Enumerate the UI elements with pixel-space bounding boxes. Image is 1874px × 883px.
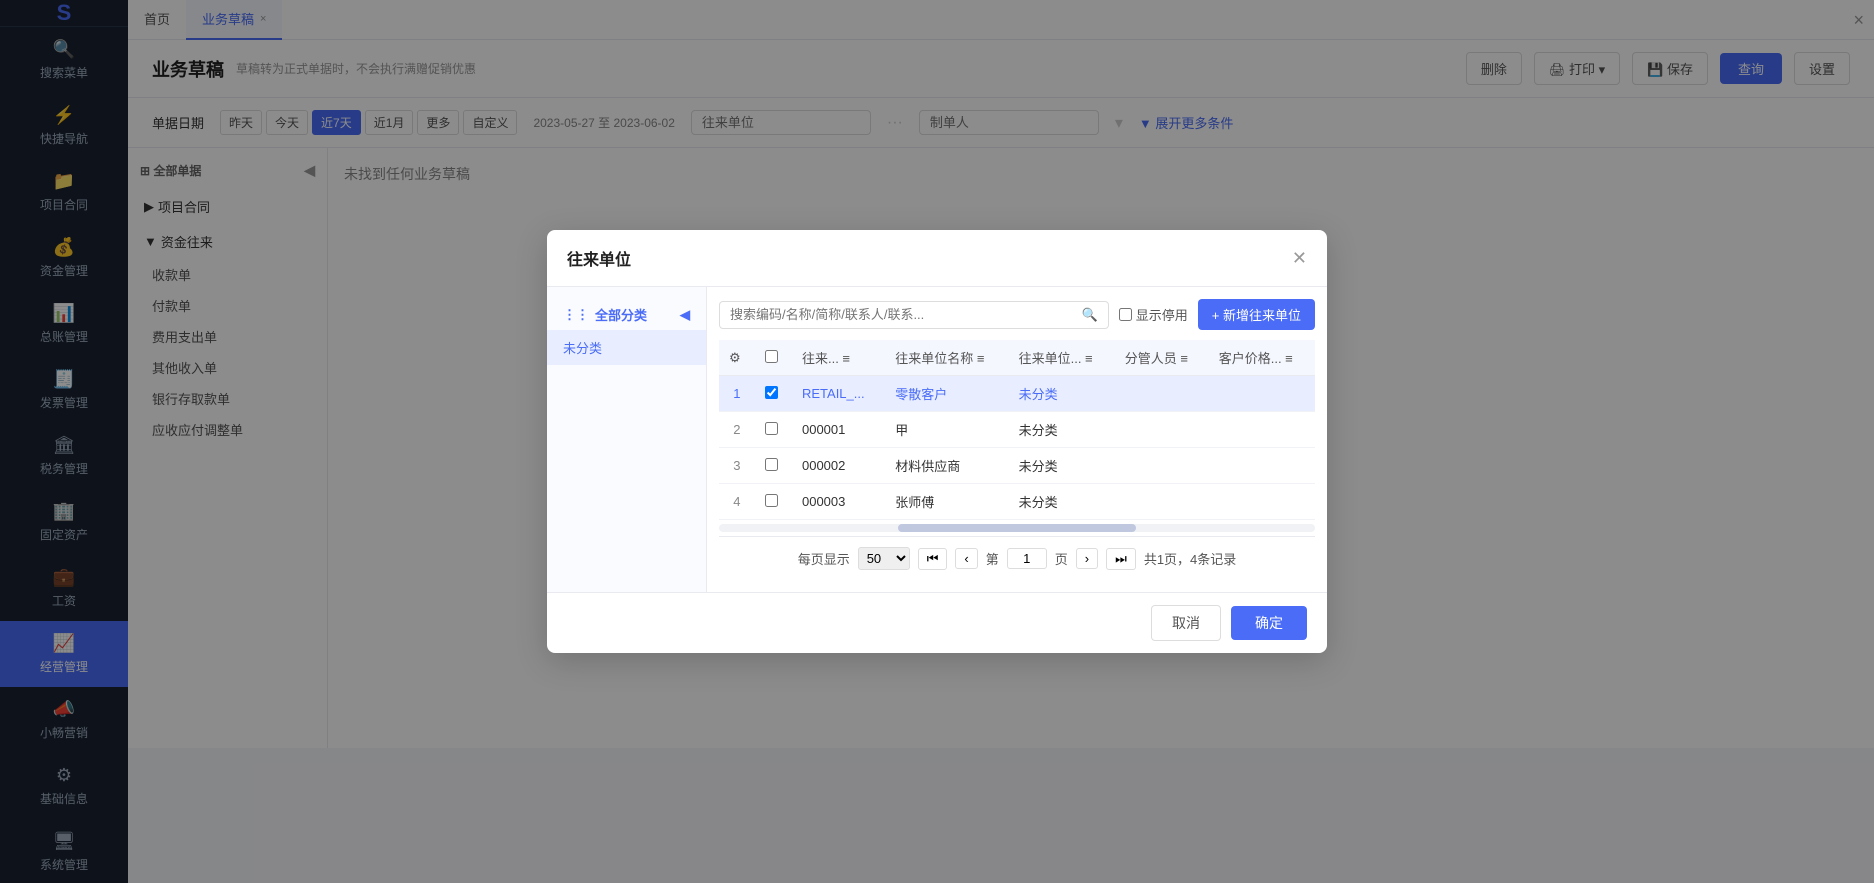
row-code: 000001 <box>792 412 885 448</box>
counterpart-dialog: 往来单位 ✕ ⋮⋮ 全部分类 ◀ 未分类 🔍 <box>547 230 1327 653</box>
row-name: 甲 <box>885 412 1008 448</box>
row-checkbox-cell[interactable] <box>755 412 792 448</box>
per-page-label: 每页显示 <box>798 549 850 568</box>
dialog-footer: 取消 确定 <box>547 592 1327 653</box>
row-name: 零散客户 <box>885 376 1008 412</box>
row-code: 000002 <box>792 448 885 484</box>
dialog-right-content: 🔍 显示停用 + 新增往来单位 ⚙ <box>707 287 1327 592</box>
col-checkbox <box>755 340 792 376</box>
show-disabled-checkbox[interactable] <box>1119 308 1132 321</box>
select-all-checkbox[interactable] <box>765 350 778 363</box>
table-row[interactable]: 2 000001 甲 未分类 <box>719 412 1315 448</box>
confirm-button[interactable]: 确定 <box>1231 606 1307 640</box>
dialog-search-box[interactable]: 🔍 <box>719 301 1109 329</box>
row-price <box>1209 412 1315 448</box>
dialog-header: 往来单位 ✕ <box>547 230 1327 287</box>
dialog-close-button[interactable]: ✕ <box>1292 248 1307 269</box>
next-page-button[interactable]: › <box>1076 548 1098 569</box>
dialog-search-input[interactable] <box>730 307 1076 322</box>
row-checkbox-cell[interactable] <box>755 448 792 484</box>
dialog-pagination: 每页显示 50 100 200 ⏮ ‹ 第 页 › ⏭ 共1页，4条记录 <box>719 536 1315 580</box>
row-num: 3 <box>719 448 755 484</box>
col-manager[interactable]: 分管人员 ≡ <box>1115 340 1209 376</box>
row-checkbox[interactable] <box>765 422 778 435</box>
search-icon: 🔍 <box>1082 307 1098 323</box>
all-category-label: 全部分类 <box>595 305 647 324</box>
row-num: 4 <box>719 484 755 520</box>
row-category: 未分类 <box>1009 448 1115 484</box>
row-category: 未分类 <box>1009 412 1115 448</box>
dialog-table-wrapper: ⚙ 往来... ≡ 往来单位名称 ≡ 往来单位... ≡ 分管人员 ≡ 客户价格… <box>719 340 1315 520</box>
modal-overlay: 往来单位 ✕ ⋮⋮ 全部分类 ◀ 未分类 🔍 <box>0 0 1874 883</box>
col-settings: ⚙ <box>719 340 755 376</box>
last-page-button[interactable]: ⏭ <box>1106 548 1136 570</box>
dialog-category-panel: ⋮⋮ 全部分类 ◀ 未分类 <box>547 287 707 592</box>
row-num: 2 <box>719 412 755 448</box>
show-disabled-label: 显示停用 <box>1136 305 1188 324</box>
dialog-body: ⋮⋮ 全部分类 ◀ 未分类 🔍 显示停用 <box>547 287 1327 592</box>
page-unit: 页 <box>1055 549 1068 568</box>
total-records: 共1页，4条记录 <box>1144 549 1236 568</box>
row-manager <box>1115 484 1209 520</box>
settings-icon[interactable]: ⚙ <box>729 350 741 365</box>
col-price[interactable]: 客户价格... ≡ <box>1209 340 1315 376</box>
col-name[interactable]: 往来单位名称 ≡ <box>885 340 1008 376</box>
row-checkbox-cell[interactable] <box>755 376 792 412</box>
row-category: 未分类 <box>1009 484 1115 520</box>
col-category[interactable]: 往来单位... ≡ <box>1009 340 1115 376</box>
row-price <box>1209 448 1315 484</box>
cancel-button[interactable]: 取消 <box>1151 605 1221 641</box>
page-label: 第 <box>986 549 999 568</box>
horizontal-scrollbar[interactable] <box>719 524 1315 532</box>
row-manager <box>1115 448 1209 484</box>
show-disabled-checkbox-label[interactable]: 显示停用 <box>1119 305 1188 324</box>
table-header-row: ⚙ 往来... ≡ 往来单位名称 ≡ 往来单位... ≡ 分管人员 ≡ 客户价格… <box>719 340 1315 376</box>
row-code: RETAIL_... <box>792 376 885 412</box>
prev-page-button[interactable]: ‹ <box>955 548 977 569</box>
row-num: 1 <box>719 376 755 412</box>
row-manager <box>1115 412 1209 448</box>
row-checkbox[interactable] <box>765 458 778 471</box>
page-number-input[interactable] <box>1007 548 1047 569</box>
dialog-table: ⚙ 往来... ≡ 往来单位名称 ≡ 往来单位... ≡ 分管人员 ≡ 客户价格… <box>719 340 1315 520</box>
row-category: 未分类 <box>1009 376 1115 412</box>
first-page-button[interactable]: ⏮ <box>918 548 948 570</box>
scrollbar-thumb[interactable] <box>898 524 1136 532</box>
row-checkbox[interactable] <box>765 386 778 399</box>
all-category-item[interactable]: ⋮⋮ 全部分类 ◀ <box>547 299 706 330</box>
col-code[interactable]: 往来... ≡ <box>792 340 885 376</box>
category-unclassified[interactable]: 未分类 <box>547 330 706 365</box>
row-price <box>1209 376 1315 412</box>
dialog-title: 往来单位 <box>567 246 631 270</box>
row-manager <box>1115 376 1209 412</box>
table-row[interactable]: 4 000003 张师傅 未分类 <box>719 484 1315 520</box>
row-checkbox-cell[interactable] <box>755 484 792 520</box>
category-expand-icon: ⋮⋮ <box>563 307 589 323</box>
add-partner-button[interactable]: + 新增往来单位 <box>1198 299 1315 330</box>
row-name: 张师傅 <box>885 484 1008 520</box>
row-price <box>1209 484 1315 520</box>
row-code: 000003 <box>792 484 885 520</box>
dialog-toolbar: 🔍 显示停用 + 新增往来单位 <box>719 299 1315 330</box>
table-row[interactable]: 1 RETAIL_... 零散客户 未分类 <box>719 376 1315 412</box>
per-page-select[interactable]: 50 100 200 <box>858 547 910 570</box>
row-checkbox[interactable] <box>765 494 778 507</box>
row-name: 材料供应商 <box>885 448 1008 484</box>
table-row[interactable]: 3 000002 材料供应商 未分类 <box>719 448 1315 484</box>
category-collapse-icon[interactable]: ◀ <box>680 307 690 323</box>
